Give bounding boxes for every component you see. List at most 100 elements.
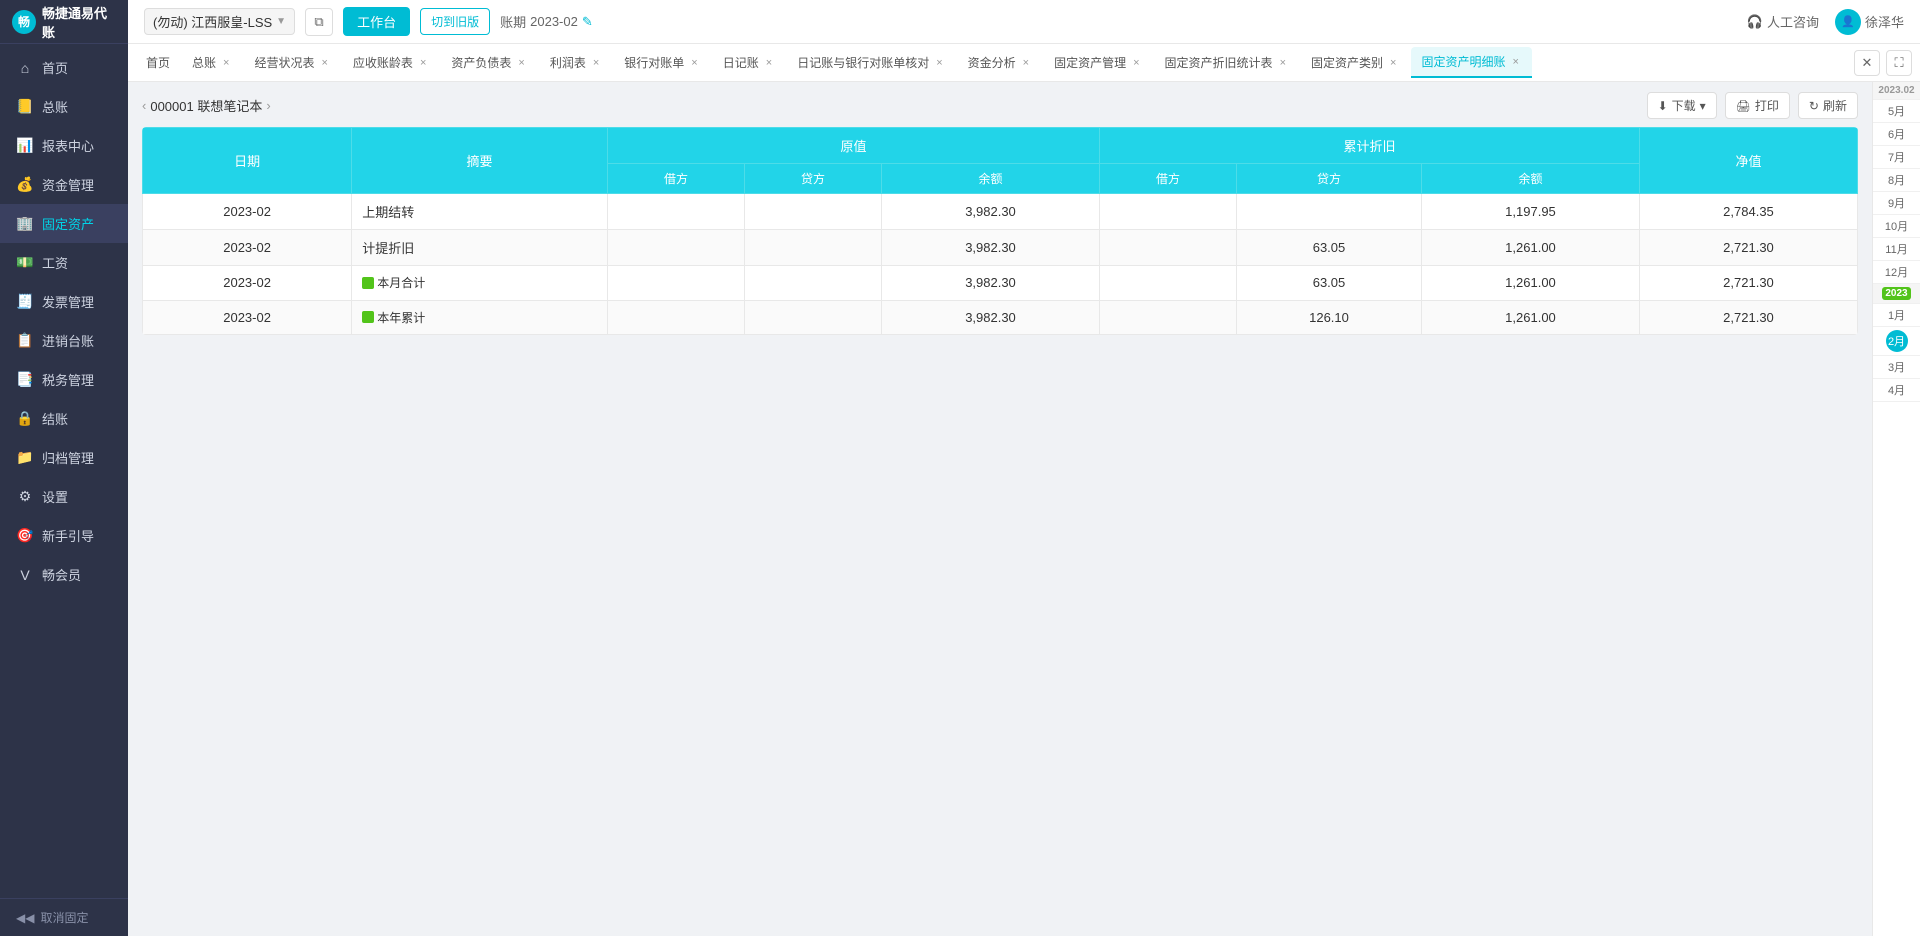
date-month-9[interactable]: 9月 [1873,192,1920,215]
date-month-12[interactable]: 12月 [1873,261,1920,284]
cell-accum-balance: 1,261.00 [1421,230,1639,266]
tab-ledger-label: 总账 [192,54,216,71]
switch-version-button[interactable]: 切到旧版 [420,8,490,35]
close-accounts-icon: 🔒 [16,410,34,427]
cell-summary: 上期结转 [352,194,608,230]
sidebar-item-tax[interactable]: 📑 税务管理 [0,360,128,399]
date-month-6[interactable]: 6月 [1873,123,1920,146]
tab-business-close[interactable]: × [318,56,330,70]
avatar-icon: 👤 [1841,15,1855,28]
tab-receivable-label: 应收账龄表 [353,54,413,71]
copy-company-btn[interactable]: ⧉ [305,8,333,36]
breadcrumb-back-btn[interactable]: ‹ [142,98,146,113]
sidebar-label-sales: 进销台账 [42,331,94,350]
sidebar-item-settings[interactable]: ⚙ 设置 [0,477,128,516]
print-btn[interactable]: 🖨 打印 [1725,92,1790,119]
sidebar-label-invoice: 发票管理 [42,292,94,311]
cell-orig-balance: 3,982.30 [882,300,1100,335]
sidebar-item-member[interactable]: V 畅会员 [0,555,128,594]
table-row: 2023-02 本年累计 3,982.30 126.10 1,261.00 2,… [143,300,1858,335]
download-btn[interactable]: ⬇ 下载 ▾ [1647,92,1717,119]
sidebar-item-guide[interactable]: 🎯 新手引导 [0,516,128,555]
date-month-11[interactable]: 11月 [1873,238,1920,261]
tab-fixed-category[interactable]: 固定资产类别 × [1301,48,1409,77]
sidebar-item-home[interactable]: ⌂ 首页 [0,48,128,87]
sidebar-item-reports[interactable]: 📊 报表中心 [0,126,128,165]
sidebar-item-payroll[interactable]: 💵 工资 [0,243,128,282]
date-month-3[interactable]: 3月 [1873,356,1920,379]
close-all-tabs-btn[interactable]: ✕ [1854,50,1880,76]
tab-journal-close[interactable]: × [763,56,775,70]
tab-fixed-mgmt[interactable]: 固定资产管理 × [1044,48,1152,77]
tab-profit[interactable]: 利润表 × [540,48,612,77]
user-menu[interactable]: 👤 徐泽华 [1835,9,1904,35]
sidebar-unpin-btn[interactable]: ◀◀ 取消固定 [0,898,128,936]
refresh-btn[interactable]: ↻ 刷新 [1798,92,1858,119]
period-info: 账期 2023-02 ✎ [500,12,593,31]
sidebar-item-ledger[interactable]: 📒 总账 [0,87,128,126]
tab-fixed-mgmt-close[interactable]: × [1130,56,1142,70]
sidebar-item-close[interactable]: 🔒 结账 [0,399,128,438]
table-row: 2023-02 上期结转 3,982.30 1,197.95 2,784.35 [143,194,1858,230]
tab-fixed-detail-close[interactable]: × [1509,55,1521,69]
date-month-2-current[interactable]: 2月 [1873,327,1920,356]
date-month-10[interactable]: 10月 [1873,215,1920,238]
tab-balance[interactable]: 资产负债表 × [441,48,537,77]
print-label: 打印 [1755,97,1779,114]
breadcrumb-forward-btn[interactable]: › [266,98,270,113]
col-orig-debit: 借方 [607,164,744,194]
cell-orig-debit [607,266,744,301]
date-month-1[interactable]: 1月 [1873,304,1920,327]
sidebar-item-archive[interactable]: 📁 归档管理 [0,438,128,477]
tab-fixed-depr[interactable]: 固定资产折旧统计表 × [1155,48,1299,77]
date-month-7[interactable]: 7月 [1873,146,1920,169]
logo-icon: 畅 [12,10,36,34]
sidebar-item-sales[interactable]: 📋 进销台账 [0,321,128,360]
tab-capital-analysis[interactable]: 资金分析 × [958,48,1042,77]
tab-fixed-category-close[interactable]: × [1387,56,1399,70]
period-edit-icon[interactable]: ✎ [582,14,593,30]
tab-journal-bank[interactable]: 日记账与银行对账单核对 × [787,48,955,77]
tab-receivable-close[interactable]: × [417,56,429,70]
tab-fixed-depr-label: 固定资产折旧统计表 [1165,54,1273,71]
col-accumulated-header: 累计折旧 [1099,128,1639,164]
cell-accum-balance: 1,197.95 [1421,194,1639,230]
sidebar-label-capital: 资金管理 [42,175,94,194]
tab-journal-bank-close[interactable]: × [933,56,945,70]
cell-orig-credit [744,230,881,266]
tab-capital-analysis-close[interactable]: × [1020,56,1032,70]
tab-fixed-detail[interactable]: 固定资产明细账 × [1411,47,1531,78]
tax-icon: 📑 [16,371,34,388]
tab-profit-close[interactable]: × [590,56,602,70]
sidebar-item-invoice[interactable]: 🧾 发票管理 [0,282,128,321]
tab-bank-close[interactable]: × [688,56,700,70]
download-icon: ⬇ [1658,99,1668,113]
human-service-btn[interactable]: 🎧 人工咨询 [1747,12,1819,31]
company-selector[interactable]: (勿动) 江西服皇-LSS ▼ [144,8,295,35]
sidebar-label-close: 结账 [42,409,68,428]
tab-receivable[interactable]: 应收账龄表 × [343,48,439,77]
col-summary-header: 摘要 [352,128,608,194]
date-month-8[interactable]: 8月 [1873,169,1920,192]
tab-journal[interactable]: 日记账 × [713,48,785,77]
tab-bank[interactable]: 银行对账单 × [614,48,710,77]
sidebar-item-fixed-assets[interactable]: 🏢 固定资产 [0,204,128,243]
date-month-4[interactable]: 4月 [1873,379,1920,402]
tab-ledger[interactable]: 总账 × [182,48,242,77]
date-month-5[interactable]: 5月 [1873,100,1920,123]
tab-fixed-depr-close[interactable]: × [1277,56,1289,70]
sidebar-label-settings: 设置 [42,487,68,506]
tab-home[interactable]: 首页 [136,48,180,77]
reports-icon: 📊 [16,137,34,154]
sidebar-item-capital[interactable]: 💰 资金管理 [0,165,128,204]
cell-orig-balance: 3,982.30 [882,194,1100,230]
workbench-button[interactable]: 工作台 [343,7,410,36]
cell-accum-debit [1099,230,1236,266]
tab-business[interactable]: 经营状况表 × [244,48,340,77]
date-year-header-2023-02: 2023.02 [1873,82,1920,100]
tab-ledger-close[interactable]: × [220,56,232,70]
fullscreen-btn[interactable]: ⛶ [1886,50,1912,76]
company-dropdown-icon: ▼ [276,16,286,27]
tab-balance-close[interactable]: × [515,56,527,70]
toolbar-right: ⬇ 下载 ▾ 🖨 打印 ↻ 刷新 [1647,92,1858,119]
